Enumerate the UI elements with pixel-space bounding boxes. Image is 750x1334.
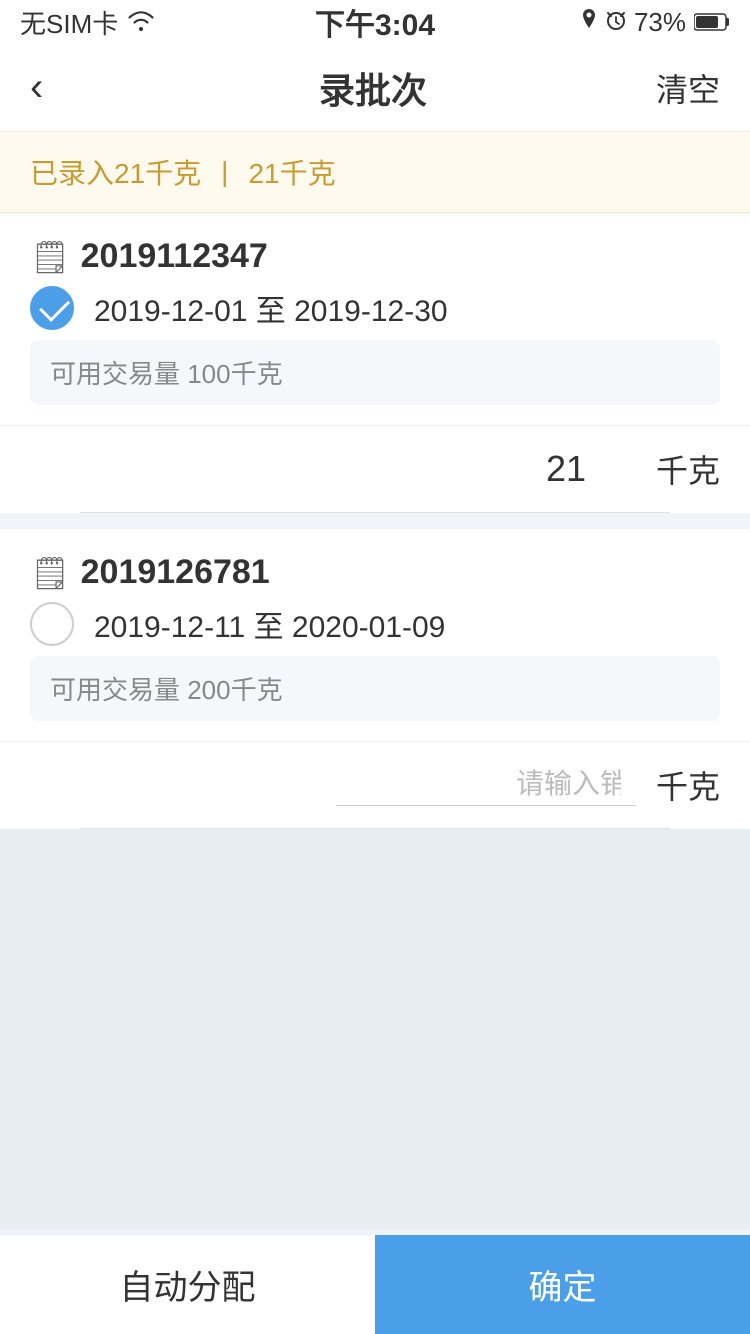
battery-label: 73%	[634, 7, 686, 38]
radio-button-1[interactable]	[30, 286, 74, 330]
batch-doc-icon-2: 🗒	[30, 554, 71, 592]
summary-divider: |	[221, 156, 228, 188]
status-bar: 无SIM卡 下午3:04 73%	[0, 0, 750, 44]
auto-distribute-button[interactable]: 自动分配	[0, 1235, 375, 1334]
wifi-icon	[126, 7, 156, 38]
quantity-row-1: 21 千克	[0, 425, 750, 512]
quantity-value-1: 21	[546, 448, 586, 490]
page-title: 录批次	[319, 62, 427, 114]
quantity-unit-2: 千克	[656, 762, 720, 808]
confirm-button[interactable]: 确定	[375, 1235, 750, 1334]
location-icon	[580, 7, 598, 38]
nav-bar: ‹ 录批次 清空	[0, 44, 750, 132]
batch-id-1: 2019112347	[81, 237, 268, 276]
batch-header-1: 🗒 2019112347	[0, 213, 750, 276]
summary-bar: 已录入21千克 | 21千克	[0, 132, 750, 213]
alarm-icon	[606, 7, 626, 38]
bottom-bar: 自动分配 确定	[0, 1234, 750, 1334]
batch-date-row-1[interactable]: 2019-12-01 至 2019-12-30	[0, 276, 750, 340]
clear-button[interactable]: 清空	[656, 65, 720, 111]
carrier-label: 无SIM卡	[20, 4, 118, 41]
quantity-row-2: 千克	[0, 741, 750, 828]
battery-icon	[694, 7, 730, 38]
total-amount: 21千克	[248, 152, 335, 192]
content-area: 已录入21千克 | 21千克 🗒 2019112347 2019-12-01 至…	[0, 132, 750, 1329]
batch-date-1: 2019-12-01 至 2019-12-30	[94, 286, 448, 330]
batch-available-1: 可用交易量 100千克	[30, 340, 720, 405]
recorded-amount: 已录入21千克	[30, 152, 201, 192]
status-left: 无SIM卡	[20, 4, 156, 41]
batch-item-2: 🗒 2019126781 2019-12-11 至 2020-01-09 可用交…	[0, 529, 750, 829]
status-right: 73%	[580, 7, 730, 38]
status-time: 下午3:04	[315, 0, 435, 44]
batch-date-row-2[interactable]: 2019-12-11 至 2020-01-09	[0, 592, 750, 656]
batch-date-2: 2019-12-11 至 2020-01-09	[94, 602, 445, 646]
quantity-input-2[interactable]	[516, 764, 636, 801]
quantity-input-wrapper-2[interactable]	[336, 764, 636, 806]
batch-available-2: 可用交易量 200千克	[30, 656, 720, 721]
separator-1	[80, 512, 670, 513]
quantity-unit-1: 千克	[656, 446, 720, 492]
radio-button-2[interactable]	[30, 602, 74, 646]
back-button[interactable]: ‹	[30, 65, 90, 110]
batch-doc-icon-1: 🗒	[30, 238, 71, 276]
batch-item-1: 🗒 2019112347 2019-12-01 至 2019-12-30 可用交…	[0, 213, 750, 513]
batch-header-2: 🗒 2019126781	[0, 529, 750, 592]
gray-spacer	[0, 829, 750, 1229]
batch-id-2: 2019126781	[81, 553, 270, 592]
